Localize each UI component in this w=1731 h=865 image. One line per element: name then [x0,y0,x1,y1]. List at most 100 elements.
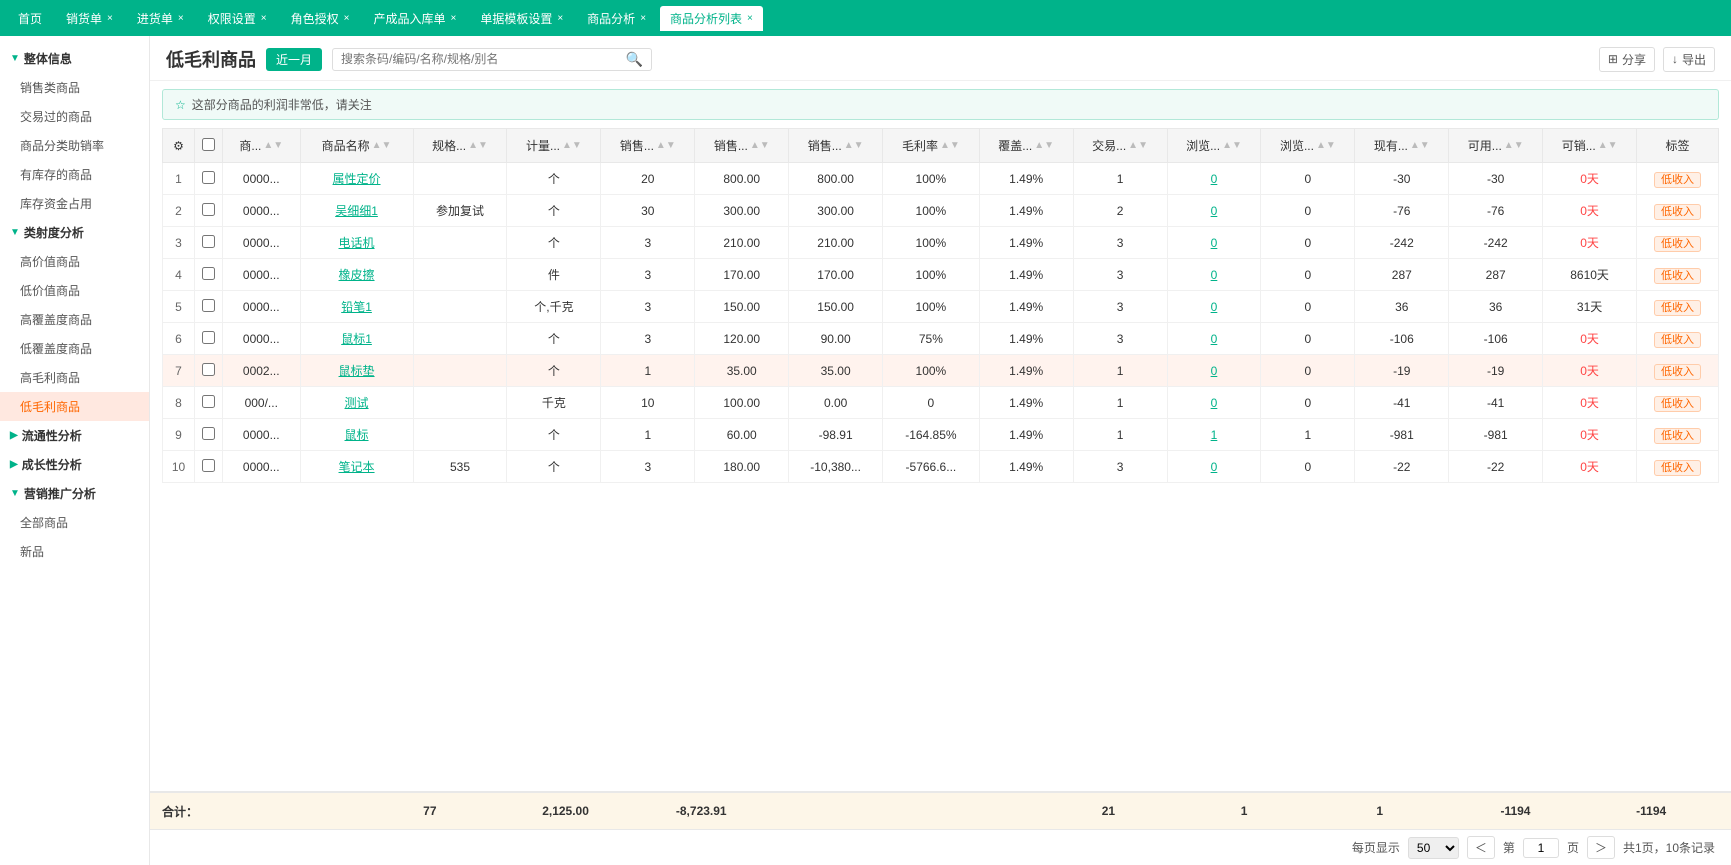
row-checkbox[interactable] [202,395,215,408]
nav-product-analysis[interactable]: 商品分析 × [577,6,656,31]
sidebar-item-new-products[interactable]: 新品 [0,537,149,566]
sort-icon[interactable]: ▲▼ [1504,141,1524,151]
th-settings[interactable]: ⚙ [163,129,195,163]
nav-permissions[interactable]: 权限设置 × [198,6,277,31]
sort-icon[interactable]: ▲▼ [940,141,960,151]
sidebar-item-high-coverage[interactable]: 高覆盖度商品 [0,305,149,334]
prev-page-button[interactable]: ＜ [1467,836,1495,859]
cell-name[interactable]: 鼠标1 [300,323,413,355]
sort-icon[interactable]: ▲▼ [562,141,582,151]
cell-checkbox[interactable] [195,259,223,291]
sidebar-item-with-stock[interactable]: 有库存的商品 [0,160,149,189]
close-icon[interactable]: × [747,13,753,24]
row-checkbox[interactable] [202,331,215,344]
nav-purchase-order[interactable]: 进货单 × [127,6,194,31]
close-icon[interactable]: × [261,13,267,24]
sidebar-item-low-value[interactable]: 低价值商品 [0,276,149,305]
sort-icon[interactable]: ▲▼ [1598,141,1618,151]
search-input[interactable] [341,52,620,66]
cell-name[interactable]: 测试 [300,387,413,419]
th-checkbox[interactable] [195,129,223,163]
sort-icon[interactable]: ▲▼ [1222,141,1242,151]
cell-name[interactable]: 吴细细1 [300,195,413,227]
nav-role-auth[interactable]: 角色授权 × [281,6,360,31]
row-checkbox[interactable] [202,299,215,312]
search-icon[interactable]: 🔍 [626,51,643,68]
cell-name[interactable]: 笔记本 [300,451,413,483]
cell-checkbox[interactable] [195,195,223,227]
nav-sales-order[interactable]: 销货单 × [56,6,123,31]
export-button[interactable]: ↓ 导出 [1663,47,1715,72]
cell-checkbox[interactable] [195,291,223,323]
cell-checkbox[interactable] [195,163,223,195]
cell-checkbox[interactable] [195,387,223,419]
cell-browse1[interactable]: 0 [1167,259,1261,291]
nav-product-entry[interactable]: 产成品入库单 × [363,6,466,31]
row-checkbox[interactable] [202,459,215,472]
cell-browse1[interactable]: 0 [1167,163,1261,195]
cell-checkbox[interactable] [195,451,223,483]
sidebar-item-high-value[interactable]: 高价值商品 [0,247,149,276]
date-filter-button[interactable]: 近一月 [266,48,322,71]
cell-browse1[interactable]: 1 [1167,419,1261,451]
sidebar-item-low-coverage[interactable]: 低覆盖度商品 [0,334,149,363]
sort-icon[interactable]: ▲▼ [1034,141,1054,151]
cell-name[interactable]: 属性定价 [300,163,413,195]
cell-checkbox[interactable] [195,227,223,259]
sidebar-item-traded-products[interactable]: 交易过的商品 [0,102,149,131]
sidebar-group-marketing[interactable]: ▼ 营销推广分析 [0,479,149,508]
nav-template-settings[interactable]: 单据模板设置 × [470,6,573,31]
cell-name[interactable]: 鼠标 [300,419,413,451]
close-icon[interactable]: × [557,13,563,24]
sidebar-item-category-assist[interactable]: 商品分类助销率 [0,131,149,160]
cell-browse1[interactable]: 0 [1167,227,1261,259]
close-icon[interactable]: × [107,13,113,24]
cell-checkbox[interactable] [195,355,223,387]
row-checkbox[interactable] [202,363,215,376]
cell-checkbox[interactable] [195,323,223,355]
close-icon[interactable]: × [344,13,350,24]
sidebar-item-low-margin[interactable]: 低毛利商品 [0,392,149,421]
sort-icon[interactable]: ▲▼ [656,141,676,151]
row-checkbox[interactable] [202,427,215,440]
sort-icon[interactable]: ▲▼ [468,141,488,151]
sidebar-item-high-margin[interactable]: 高毛利商品 [0,363,149,392]
sort-icon[interactable]: ▲▼ [263,141,283,151]
cell-name[interactable]: 橡皮擦 [300,259,413,291]
sidebar-group-rating[interactable]: ▼ 类射度分析 [0,218,149,247]
sort-icon[interactable]: ▲▼ [844,141,864,151]
current-page-input[interactable] [1523,838,1559,858]
sidebar-group-overall[interactable]: ▼ 整体信息 [0,44,149,73]
cell-browse1[interactable]: 0 [1167,355,1261,387]
next-page-button[interactable]: ＞ [1587,836,1615,859]
sidebar-item-sales-products[interactable]: 销售类商品 [0,73,149,102]
sort-icon[interactable]: ▲▼ [1128,141,1148,151]
sidebar-item-all-products[interactable]: 全部商品 [0,508,149,537]
close-icon[interactable]: × [450,13,456,24]
sort-icon[interactable]: ▲▼ [1410,141,1430,151]
row-checkbox[interactable] [202,267,215,280]
close-icon[interactable]: × [640,13,646,24]
cell-checkbox[interactable] [195,419,223,451]
cell-browse1[interactable]: 0 [1167,387,1261,419]
cell-browse1[interactable]: 0 [1167,195,1261,227]
cell-name[interactable]: 鼠标垫 [300,355,413,387]
nav-product-analysis-list[interactable]: 商品分析列表 × [660,6,763,31]
sort-icon[interactable]: ▲▼ [372,141,392,151]
sidebar-group-growth[interactable]: ▶ 成长性分析 [0,450,149,479]
cell-browse1[interactable]: 0 [1167,291,1261,323]
row-checkbox[interactable] [202,171,215,184]
sort-icon[interactable]: ▲▼ [1316,141,1336,151]
cell-browse1[interactable]: 0 [1167,451,1261,483]
close-icon[interactable]: × [178,13,184,24]
share-button[interactable]: ⊞ 分享 [1599,47,1655,72]
row-checkbox[interactable] [202,235,215,248]
page-size-select[interactable]: 50 100 200 [1408,837,1459,859]
sidebar-item-stock-capital[interactable]: 库存资金占用 [0,189,149,218]
row-checkbox[interactable] [202,203,215,216]
cell-browse1[interactable]: 0 [1167,323,1261,355]
sidebar-group-circulation[interactable]: ▶ 流通性分析 [0,421,149,450]
cell-name[interactable]: 铅笔1 [300,291,413,323]
nav-home[interactable]: 首页 [8,6,52,31]
sort-icon[interactable]: ▲▼ [750,141,770,151]
